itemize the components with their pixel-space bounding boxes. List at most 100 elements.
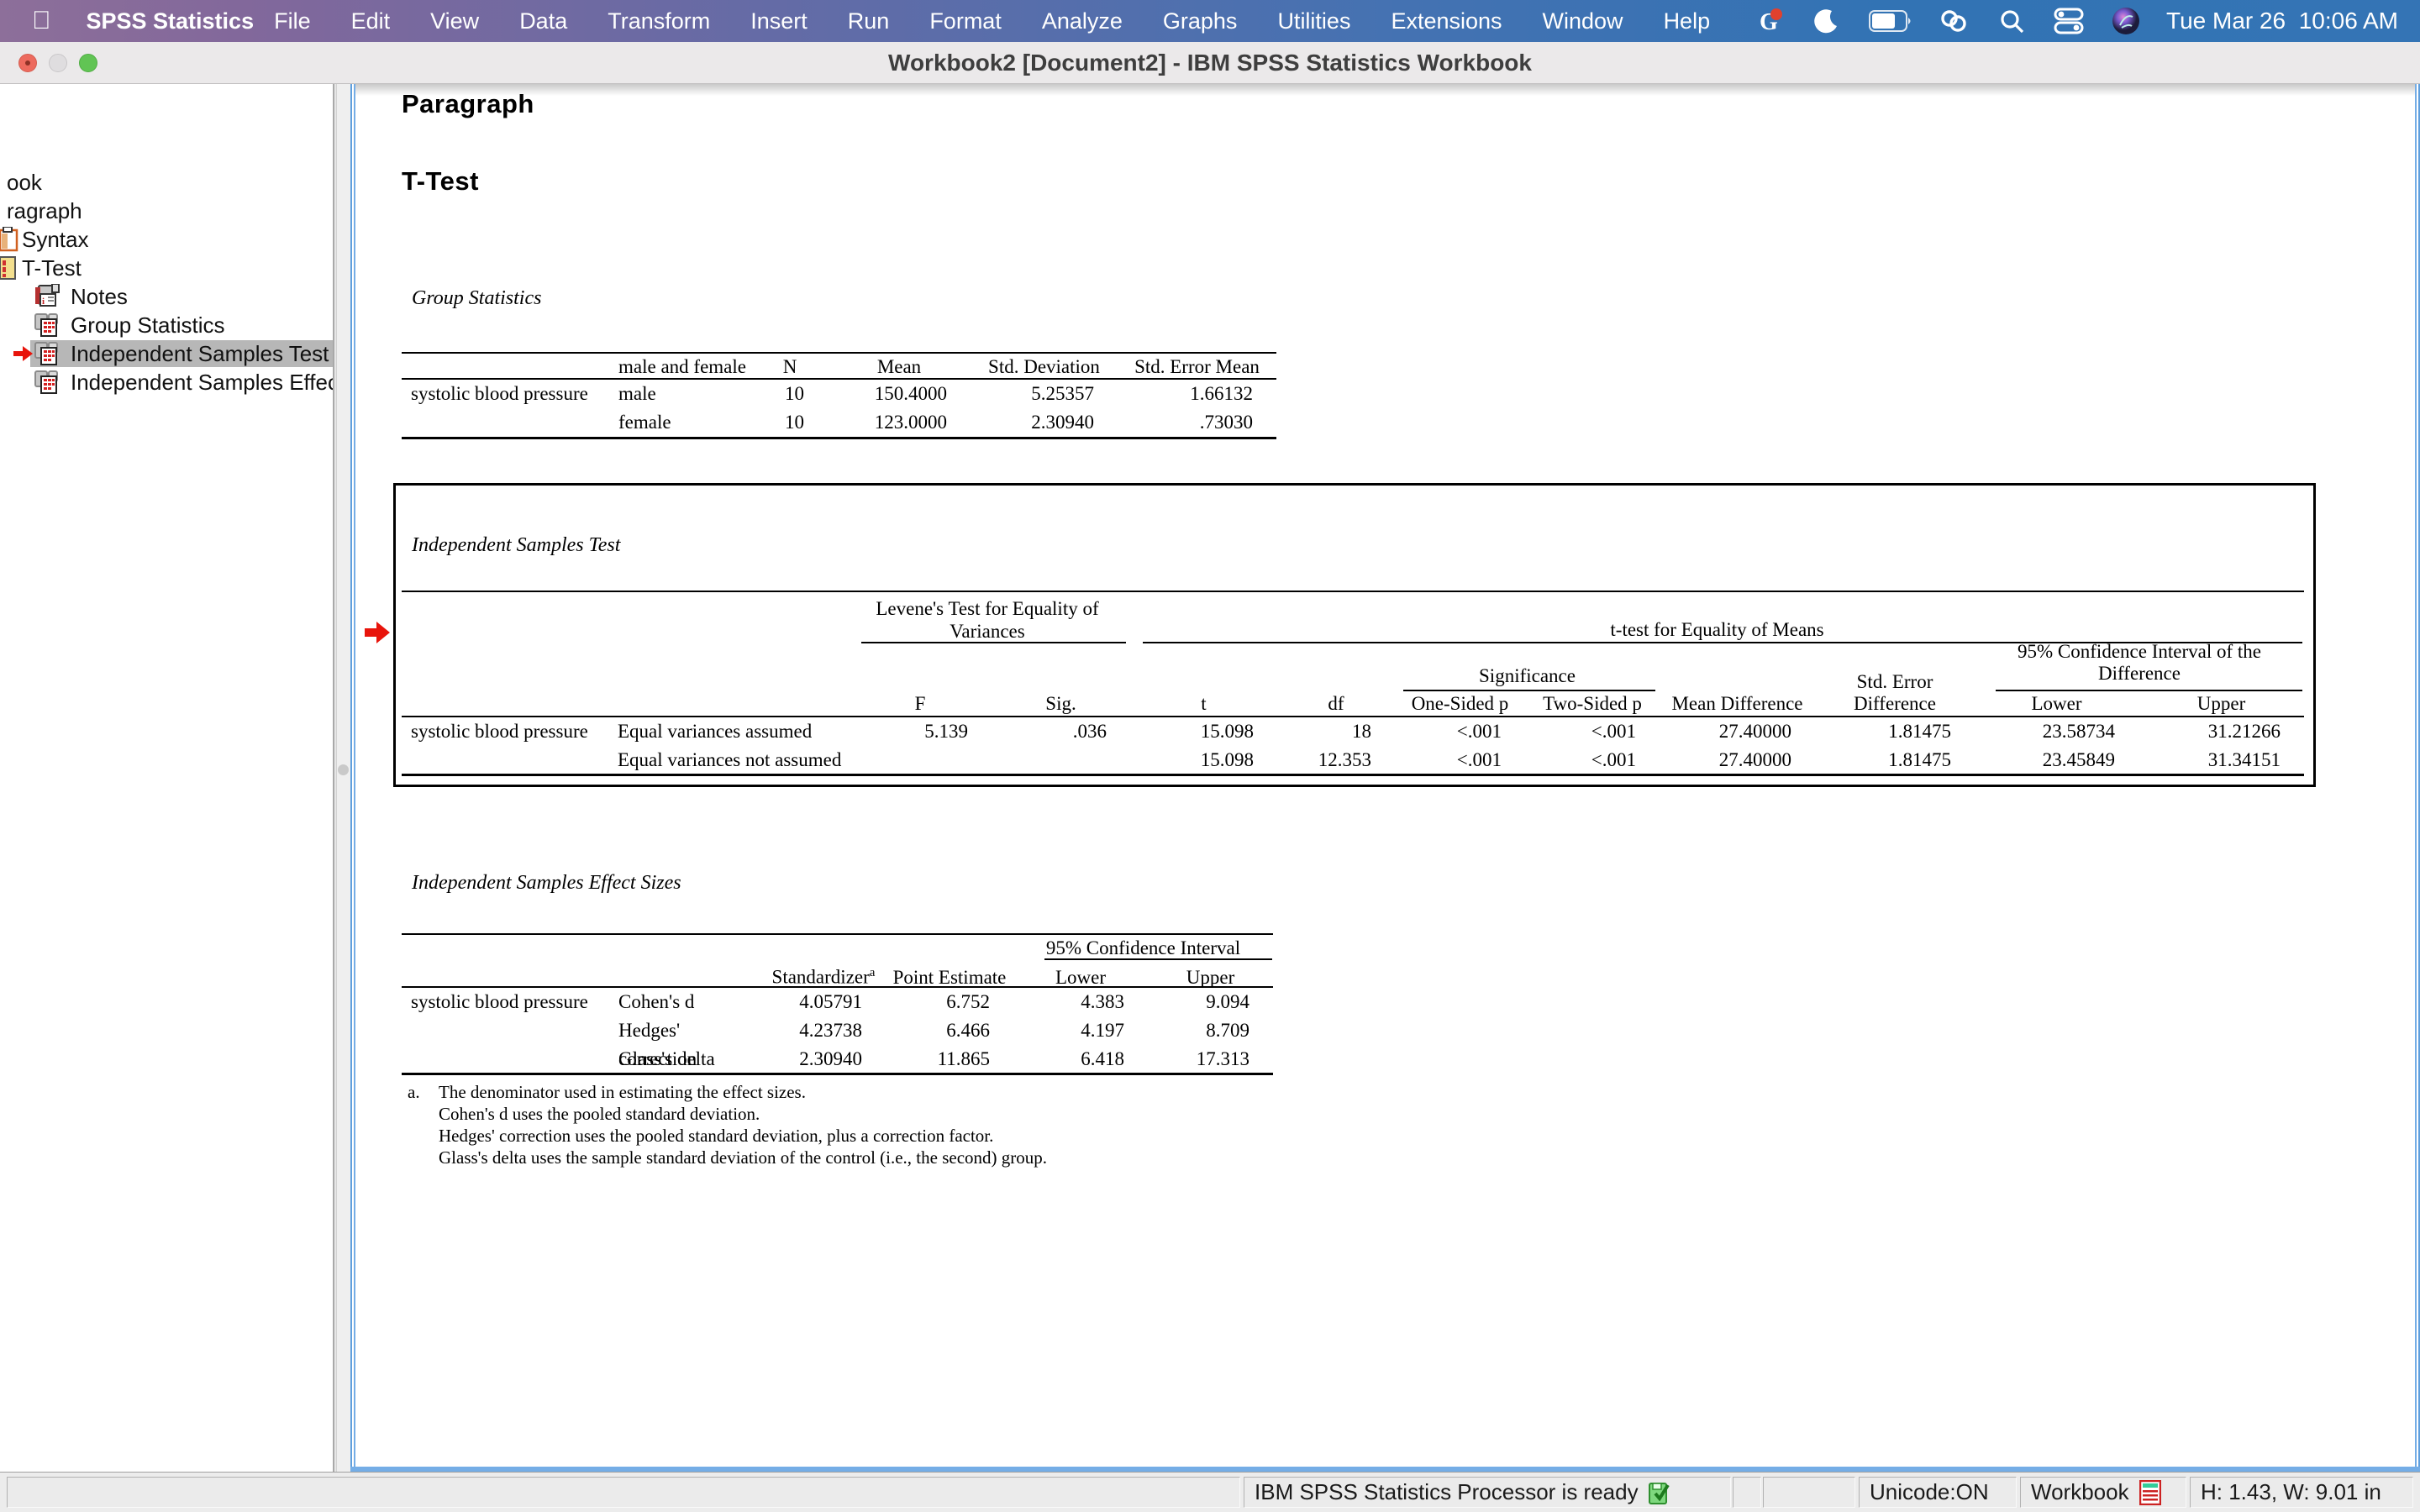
cursor-dimensions-text: H: 1.43, W: 9.01 in — [2201, 1479, 2381, 1504]
menu-file[interactable]: File — [254, 0, 331, 42]
table-row: systolic blood pressure Cohen's d 4.0579… — [411, 991, 1249, 1012]
effect-sizes-footnotes: a. The denominator used in estimating th… — [408, 1082, 1048, 1168]
siri-icon[interactable] — [2111, 6, 2141, 36]
menu-extensions[interactable]: Extensions — [1370, 0, 1522, 42]
group-statistics-table: male and female N Mean Std. Deviation St… — [402, 352, 1276, 439]
effect-sizes-title: Independent Samples Effect Sizes — [412, 872, 681, 894]
menu-bar:  SPSS Statistics File Edit View Data Tr… — [0, 0, 2420, 42]
sidebar-item-independent-samples-test[interactable]: Independent Samples Test — [0, 339, 333, 368]
table-row: Glass's delta 2.30940 11.865 6.418 17.31… — [618, 1048, 1249, 1069]
col-header-t: t — [1201, 693, 1207, 714]
menu-view[interactable]: View — [410, 0, 499, 42]
col-header-f: F — [914, 693, 926, 714]
spanner-ci: 95% Confidence Interval — [1045, 937, 1241, 958]
selected-output-arrow-icon — [365, 622, 390, 643]
col-header-std-deviation: Std. Deviation — [988, 356, 1100, 377]
menu-window[interactable]: Window — [1523, 0, 1644, 42]
status-cell-small-1 — [1733, 1477, 1761, 1508]
spanner-levene: Levene's Test for Equality of Variances — [876, 598, 1099, 642]
processor-ready-icon — [1648, 1482, 1670, 1504]
spss-workbook-window:  SPSS Statistics File Edit View Data Tr… — [0, 0, 2420, 1512]
table-row: female 10 123.0000 2.30940 .73030 — [618, 412, 1253, 433]
sidebar-item-notes[interactable]: i Notes — [0, 282, 333, 311]
status-cell-small-2 — [1763, 1477, 1855, 1508]
ttest-output-icon — [0, 255, 22, 281]
sidebar-item-workbook[interactable]: ook — [0, 168, 333, 197]
menu-analyze[interactable]: Analyze — [1022, 0, 1143, 42]
col-header-mean: Mean — [876, 356, 922, 377]
col-header-two-sided-p: Two-Sided p — [1543, 693, 1642, 714]
col-header-lower: Lower — [1055, 966, 1107, 988]
status-bar: IBM SPSS Statistics Processor is ready U… — [0, 1472, 2420, 1512]
notes-icon: i — [34, 283, 62, 309]
menu-utilities[interactable]: Utilities — [1257, 0, 1370, 42]
col-header-one-sided-p: One-Sided p — [1411, 693, 1509, 714]
menu-run[interactable]: Run — [828, 0, 910, 42]
col-header-standardizer: Standardizera — [771, 966, 876, 988]
splitter-grip[interactable] — [338, 764, 349, 775]
menu-transform[interactable]: Transform — [587, 0, 730, 42]
col-header-point-estimate: Point Estimate — [892, 966, 1007, 988]
independent-samples-test-title: Independent Samples Test — [412, 534, 621, 556]
do-not-disturb-moon-icon[interactable] — [1812, 6, 1842, 36]
apple-menu-icon[interactable]:  — [32, 0, 51, 42]
menu-edit[interactable]: Edit — [331, 0, 411, 42]
sidebar-item-group-statistics[interactable]: Group Statistics — [0, 311, 333, 339]
table-row: Equal variances not assumed 15.098 12.35… — [618, 749, 2281, 770]
output-heading-ttest: T-Test — [402, 166, 479, 196]
content-top-shadow — [355, 84, 2415, 96]
menu-help[interactable]: Help — [1644, 0, 1731, 42]
workbook-mode-text: Workbook — [2031, 1479, 2129, 1504]
menu-format[interactable]: Format — [909, 0, 1022, 42]
table-row: systolic blood pressure Equal variances … — [411, 721, 2281, 742]
group-statistics-title: Group Statistics — [412, 287, 542, 309]
menu-items: File Edit View Data Transform Insert Run… — [254, 0, 1730, 42]
sidebar-item-ttest[interactable]: T-Test — [0, 254, 333, 282]
status-processor-cell: IBM SPSS Statistics Processor is ready — [1244, 1477, 1731, 1508]
status-unicode-cell: Unicode:ON — [1859, 1477, 2017, 1508]
table-output-icon — [34, 312, 62, 338]
app-menu[interactable]: SPSS Statistics — [87, 8, 255, 34]
col-header-mean-difference: Mean Difference — [1671, 693, 1803, 714]
menu-status-area: G Tue Mar 26 10:06 AM — [1728, 0, 2420, 42]
workbook-mode-icon — [2139, 1479, 2161, 1505]
processor-status-text: IBM SPSS Statistics Processor is ready — [1255, 1479, 1639, 1504]
sidebar-item-independent-samples-effect-sizes[interactable]: Independent Samples Effec — [0, 368, 333, 396]
window-title: Workbook2 [Document2] - IBM SPSS Statist… — [888, 50, 1532, 76]
menu-data[interactable]: Data — [499, 0, 587, 42]
battery-icon[interactable] — [1869, 6, 1912, 36]
menu-insert[interactable]: Insert — [730, 0, 828, 42]
col-header-upper: Upper — [1186, 966, 1235, 988]
content-focus-border-left — [350, 84, 355, 1472]
status-dimensions-cell: H: 1.43, W: 9.01 in — [2190, 1477, 2413, 1508]
spotlight-search-icon[interactable] — [1996, 6, 2027, 36]
link-icon[interactable] — [1939, 6, 1970, 36]
status-cell-empty — [7, 1477, 1240, 1508]
control-center-icon[interactable] — [2054, 6, 2084, 36]
status-workbook-cell: Workbook — [2020, 1477, 2186, 1508]
current-item-arrow-icon — [13, 346, 33, 361]
table-row: Hedges' correction 4.23738 6.466 4.197 8… — [618, 1020, 1249, 1069]
col-header-std-error-mean: Std. Error Mean — [1134, 356, 1260, 377]
col-header-df: df — [1328, 693, 1344, 714]
col-header-std-error-difference: Std. Error Difference — [1854, 671, 1936, 714]
spanner-ttest: t-test for Equality of Means — [1610, 619, 1824, 640]
sidebar-item-paragraph[interactable]: ragraph — [0, 197, 333, 225]
table-output-icon — [34, 370, 62, 395]
col-header-sig: Sig. — [1045, 693, 1076, 714]
svg-text:i: i — [42, 297, 45, 307]
menu-graphs[interactable]: Graphs — [1143, 0, 1258, 42]
menu-clock[interactable]: Tue Mar 26 10:06 AM — [2166, 8, 2398, 34]
table-output-icon — [34, 341, 62, 366]
col-header-group: male and female — [618, 356, 746, 377]
col-header-lower: Lower — [2031, 693, 2082, 714]
pane-splitter[interactable] — [336, 84, 350, 1472]
unicode-status-text: Unicode:ON — [1870, 1479, 1989, 1504]
sidebar-item-syntax[interactable]: Syntax — [0, 225, 333, 254]
syntax-icon — [0, 226, 22, 252]
col-header-upper: Upper — [2196, 693, 2246, 714]
grammarly-icon[interactable]: G — [1754, 6, 1785, 36]
table-row: systolic blood pressure male 10 150.4000… — [411, 383, 1253, 404]
output-heading-paragraph: Paragraph — [402, 89, 534, 118]
content-focus-border-right — [2415, 84, 2420, 1472]
